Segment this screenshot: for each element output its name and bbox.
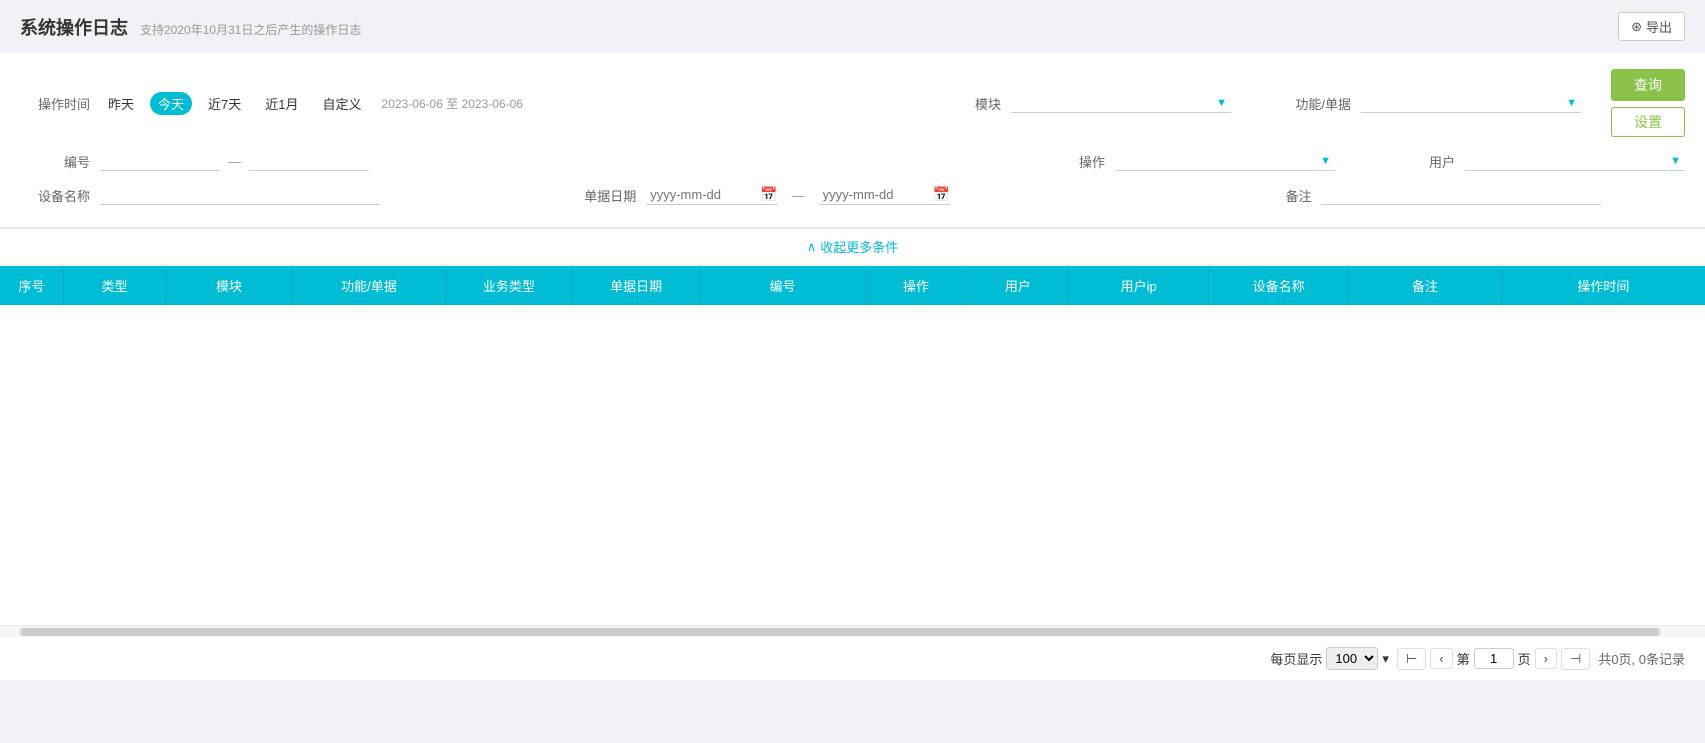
filter-row-1: 操作时间 昨天 今天 近7天 近1月 自定义 2023-06-06 至 2023… — [20, 69, 1685, 137]
horizontal-scrollbar[interactable] — [0, 625, 1705, 637]
current-page-input[interactable] — [1474, 648, 1514, 669]
collapse-chevron-icon: ∧ — [807, 239, 817, 255]
date-range: 📅 — 📅 — [646, 185, 1191, 205]
col-module: 模块 — [165, 266, 292, 305]
operation-select[interactable] — [1115, 151, 1335, 170]
prev-page-button[interactable]: ‹ — [1430, 648, 1452, 669]
operation-select-wrapper[interactable]: ▼ — [1115, 151, 1335, 171]
user-select-wrapper[interactable]: ▼ — [1465, 151, 1685, 171]
col-user-ip: 用户ip — [1069, 266, 1209, 305]
time-opt-yesterday[interactable]: 昨天 — [100, 92, 142, 115]
col-voucher-date: 单据日期 — [573, 266, 700, 305]
time-label: 操作时间 — [20, 94, 90, 113]
settings-button[interactable]: 设置 — [1611, 107, 1685, 137]
action-buttons: 查询 设置 — [1611, 69, 1685, 137]
header-left: 系统操作日志 支持2020年10月31日之后产生的操作日志 — [20, 14, 361, 40]
data-table: 序号 类型 模块 功能/单据 业务类型 单据日期 编号 操作 用户 用户ip 设… — [0, 266, 1705, 305]
col-remark: 备注 — [1349, 266, 1502, 305]
module-select-wrapper[interactable]: ▼ — [1011, 93, 1231, 113]
export-button[interactable]: ⊛ 导出 — [1618, 12, 1685, 41]
filter-row-2: 编号 — 操作 ▼ 用户 ▼ — [20, 151, 1685, 171]
operation-label: 操作 — [1035, 152, 1105, 171]
scrollbar-thumb[interactable] — [20, 628, 1660, 636]
voucher-date-label: 单据日期 — [576, 186, 636, 205]
page-nav: ⊢ ‹ 第 页 › ⊣ — [1397, 648, 1590, 670]
filter-panel: 操作时间 昨天 今天 近7天 近1月 自定义 2023-06-06 至 2023… — [0, 53, 1705, 228]
page-label: 第 — [1457, 649, 1470, 668]
device-input[interactable] — [100, 185, 380, 205]
function-select-wrapper[interactable]: ▼ — [1361, 93, 1581, 113]
number-dash: — — [228, 154, 241, 169]
user-select[interactable] — [1465, 151, 1685, 170]
query-button[interactable]: 查询 — [1611, 69, 1685, 101]
module-label: 模块 — [931, 94, 1001, 113]
function-select[interactable] — [1361, 93, 1581, 112]
col-biz-type: 业务类型 — [445, 266, 572, 305]
page-total: 共0页, 0条记录 — [1598, 649, 1685, 668]
time-filter-group: 昨天 今天 近7天 近1月 自定义 2023-06-06 至 2023-06-0… — [100, 92, 891, 115]
calendar-start-icon[interactable]: 📅 — [760, 186, 777, 203]
export-icon: ⊛ — [1631, 19, 1642, 35]
time-options: 昨天 今天 近7天 近1月 自定义 — [100, 92, 370, 115]
remark-label: 备注 — [1231, 186, 1311, 205]
last-page-button[interactable]: ⊣ — [1561, 648, 1590, 670]
time-opt-custom[interactable]: 自定义 — [315, 92, 370, 115]
date-dash: — — [792, 188, 805, 203]
date-end-wrap: 📅 — [819, 185, 950, 205]
page-subtitle: 支持2020年10月31日之后产生的操作日志 — [140, 21, 361, 38]
remark-input[interactable] — [1321, 185, 1601, 205]
empty-area — [0, 305, 1705, 625]
time-opt-7days[interactable]: 近7天 — [200, 92, 249, 115]
date-end-input[interactable] — [819, 185, 929, 204]
page-title: 系统操作日志 — [20, 14, 128, 40]
page-unit: 页 — [1518, 649, 1531, 668]
pagination-bar: 每页显示 10 20 50 100 200 ▾ ⊢ ‹ 第 页 › ⊣ 共0页,… — [0, 637, 1705, 680]
function-label: 功能/单据 — [1271, 94, 1351, 113]
number-input-start[interactable] — [100, 151, 220, 171]
col-function: 功能/单据 — [293, 266, 446, 305]
collapse-bar[interactable]: ∧ 收起更多条件 — [0, 228, 1705, 264]
time-opt-today[interactable]: 今天 — [150, 92, 192, 115]
col-user: 用户 — [967, 266, 1069, 305]
module-select[interactable] — [1011, 93, 1231, 112]
filter-row-3: 设备名称 单据日期 📅 — 📅 备注 — [20, 185, 1685, 205]
time-range-text: 2023-06-06 至 2023-06-06 — [382, 95, 523, 112]
number-input-end[interactable] — [249, 151, 369, 171]
user-label: 用户 — [1375, 152, 1455, 171]
next-page-button[interactable]: › — [1535, 648, 1557, 669]
time-opt-1month[interactable]: 近1月 — [257, 92, 306, 115]
first-page-button[interactable]: ⊢ — [1397, 648, 1426, 670]
export-label: 导出 — [1646, 17, 1672, 36]
col-index: 序号 — [0, 266, 64, 305]
collapse-label: 收起更多条件 — [820, 237, 898, 256]
per-page-label: 每页显示 — [1270, 649, 1322, 668]
number-label: 编号 — [20, 152, 90, 171]
page-size-group: 每页显示 10 20 50 100 200 ▾ — [1270, 647, 1389, 670]
per-page-chevron-icon: ▾ — [1382, 651, 1389, 667]
device-label: 设备名称 — [20, 186, 90, 205]
calendar-end-icon[interactable]: 📅 — [933, 186, 950, 203]
col-type: 类型 — [64, 266, 166, 305]
table-header: 序号 类型 模块 功能/单据 业务类型 单据日期 编号 操作 用户 用户ip 设… — [0, 266, 1705, 305]
col-number: 编号 — [700, 266, 865, 305]
table-section: 序号 类型 模块 功能/单据 业务类型 单据日期 编号 操作 用户 用户ip 设… — [0, 266, 1705, 625]
page-header: 系统操作日志 支持2020年10月31日之后产生的操作日志 ⊛ 导出 — [0, 0, 1705, 53]
col-operation: 操作 — [865, 266, 967, 305]
per-page-select[interactable]: 10 20 50 100 200 — [1326, 647, 1378, 670]
table-header-row: 序号 类型 模块 功能/单据 业务类型 单据日期 编号 操作 用户 用户ip 设… — [0, 266, 1705, 305]
col-op-time: 操作时间 — [1501, 266, 1705, 305]
col-device: 设备名称 — [1209, 266, 1349, 305]
date-start-wrap: 📅 — [646, 185, 777, 205]
date-start-input[interactable] — [646, 185, 756, 204]
